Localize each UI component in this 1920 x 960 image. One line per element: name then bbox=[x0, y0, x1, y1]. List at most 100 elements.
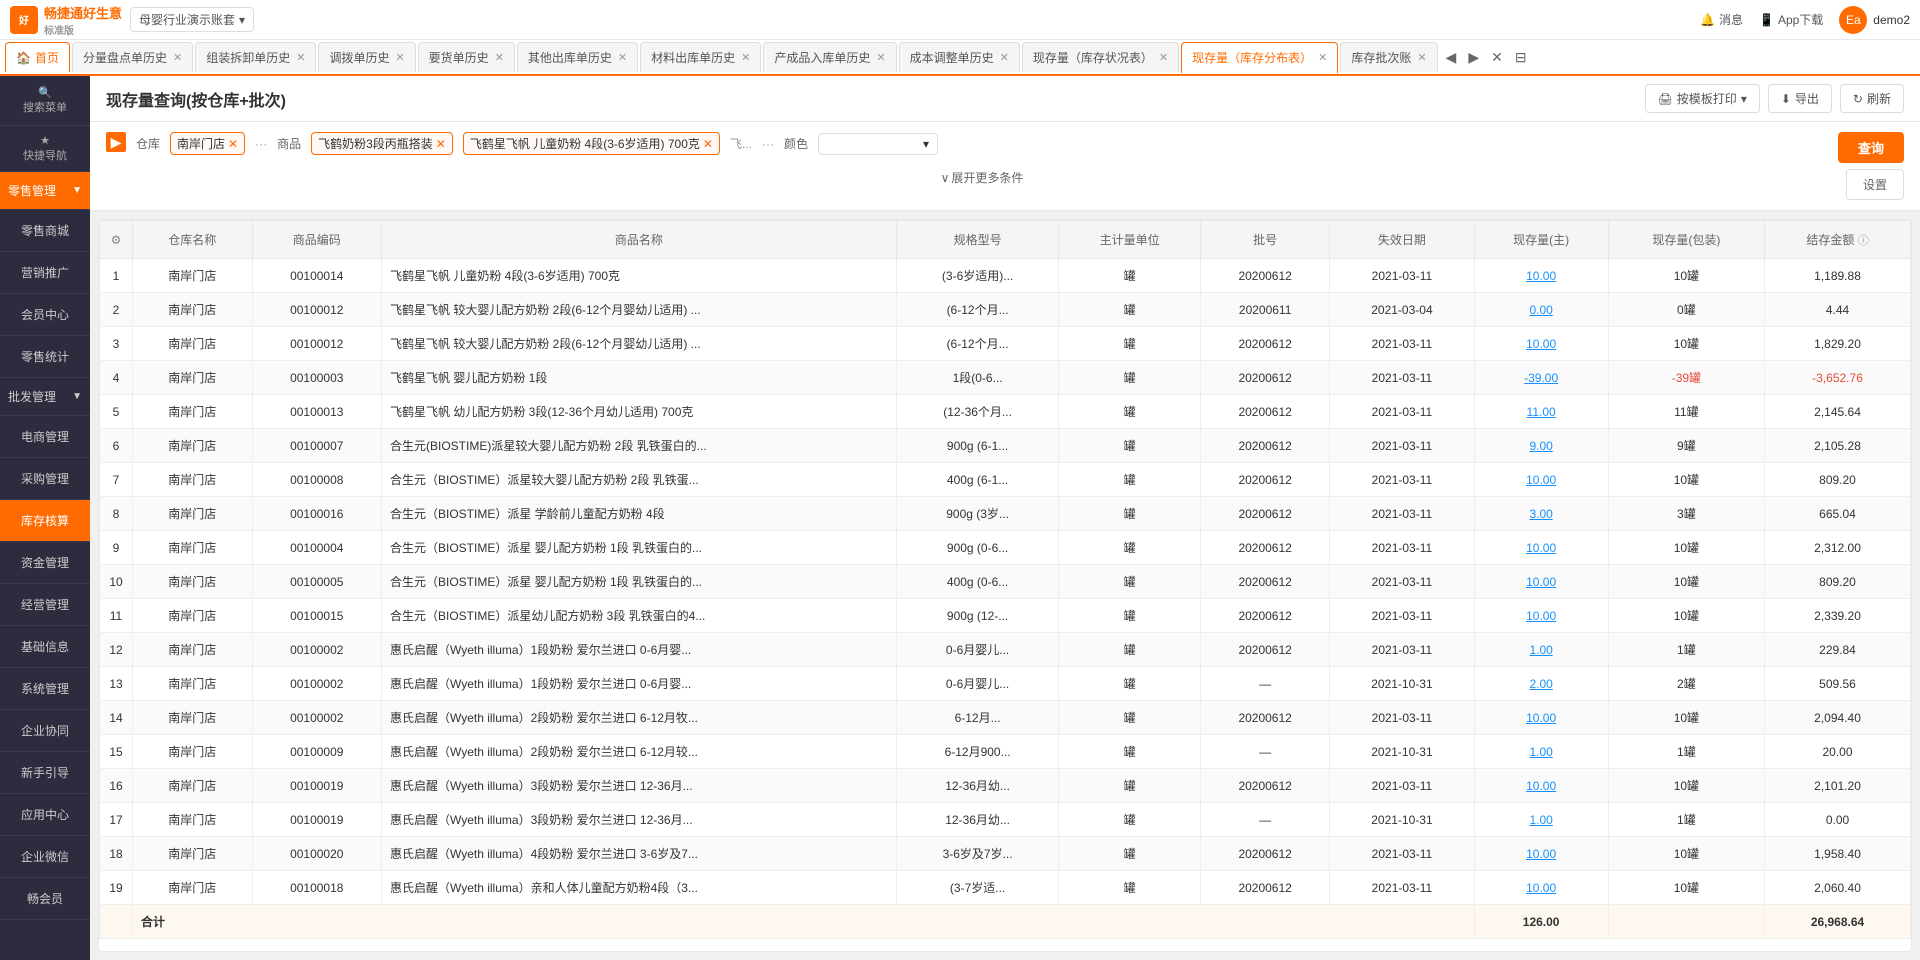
sidebar-item-corp[interactable]: 企业协同 bbox=[0, 710, 90, 752]
sidebar-item-ecommerce[interactable]: 电商管理 bbox=[0, 416, 90, 458]
sidebar-item-vip[interactable]: 畅会员 bbox=[0, 878, 90, 920]
tab-next-btn[interactable]: ▶ bbox=[1462, 45, 1485, 70]
product-filter-label: 商品 bbox=[277, 135, 301, 152]
row-qty-main[interactable]: 10.00 bbox=[1474, 769, 1608, 803]
color-field[interactable]: ▾ bbox=[818, 133, 938, 155]
export-btn[interactable]: ⬇ 导出 bbox=[1768, 84, 1832, 113]
close-icon[interactable]: ✕ bbox=[1318, 51, 1327, 64]
tab-1[interactable]: 分量盘点单历史 ✕ bbox=[72, 42, 193, 72]
sidebar-item-basic[interactable]: 基础信息 bbox=[0, 626, 90, 668]
sidebar-item-wechat[interactable]: 企业微信 bbox=[0, 836, 90, 878]
sidebar-item-apps[interactable]: 应用中心 bbox=[0, 794, 90, 836]
product-more[interactable]: 飞... bbox=[730, 135, 752, 152]
row-qty-main[interactable]: 10.00 bbox=[1474, 565, 1608, 599]
close-icon[interactable]: ✕ bbox=[173, 51, 182, 64]
row-batch: 20200612 bbox=[1200, 463, 1329, 497]
tab-close-btn[interactable]: ✕ bbox=[1485, 45, 1509, 70]
close-icon[interactable]: ✕ bbox=[495, 51, 504, 64]
close-icon[interactable]: ✕ bbox=[296, 51, 305, 64]
row-qty-main[interactable]: 10.00 bbox=[1474, 837, 1608, 871]
query-button[interactable]: 查询 bbox=[1838, 132, 1904, 163]
sidebar-item-stats[interactable]: 零售统计 bbox=[0, 336, 90, 378]
row-qty-pkg: 10罐 bbox=[1608, 565, 1764, 599]
row-qty-pkg: 10罐 bbox=[1608, 769, 1764, 803]
sidebar-item-finance[interactable]: 资金管理 bbox=[0, 542, 90, 584]
sidebar-item-mall[interactable]: 零售商城 bbox=[0, 210, 90, 252]
product-ellipsis[interactable]: ··· bbox=[762, 137, 774, 151]
close-icon[interactable]: ✕ bbox=[1159, 51, 1168, 64]
tab-home[interactable]: 🏠 首页 bbox=[5, 42, 70, 72]
expand-more-btn[interactable]: ∨ 展开更多条件 bbox=[941, 169, 1024, 186]
sidebar-item-system[interactable]: 系统管理 bbox=[0, 668, 90, 710]
tab-menu-btn[interactable]: ⊟ bbox=[1509, 45, 1533, 70]
warehouse-selector[interactable]: 母婴行业演示账套 ▾ bbox=[130, 7, 254, 32]
print-btn[interactable]: 🖨 按模板打印 ▾ bbox=[1645, 84, 1760, 113]
row-qty-main[interactable]: 1.00 bbox=[1474, 803, 1608, 837]
close-icon[interactable]: ✕ bbox=[741, 51, 750, 64]
product-tag-1-close[interactable]: ✕ bbox=[436, 137, 446, 151]
tab-10[interactable]: 现存量（库存分布表） ✕ bbox=[1181, 42, 1338, 74]
user-area[interactable]: Ea demo2 bbox=[1839, 6, 1910, 34]
row-qty-main[interactable]: 0.00 bbox=[1474, 293, 1608, 327]
close-icon[interactable]: ✕ bbox=[1000, 51, 1009, 64]
tab-prev-btn[interactable]: ◀ bbox=[1440, 45, 1463, 70]
app-download-btn[interactable]: 📱 App下载 bbox=[1759, 11, 1823, 28]
row-qty-main[interactable]: 10.00 bbox=[1474, 701, 1608, 735]
close-icon[interactable]: ✕ bbox=[395, 51, 404, 64]
row-qty-main[interactable]: 10.00 bbox=[1474, 463, 1608, 497]
filter-area: ▶ 仓库 南岸门店 ✕ ··· 商品 bbox=[90, 122, 1920, 211]
warehouse-more[interactable]: ··· bbox=[255, 137, 267, 151]
sidebar-search[interactable]: 🔍 搜索菜单 bbox=[0, 76, 90, 126]
row-qty-main[interactable]: 9.00 bbox=[1474, 429, 1608, 463]
row-qty-main[interactable]: 10.00 bbox=[1474, 327, 1608, 361]
tab-5[interactable]: 其他出库单历史 ✕ bbox=[517, 42, 638, 72]
sidebar-item-ops[interactable]: 经营管理 bbox=[0, 584, 90, 626]
product-tag-2-value: 飞鹤星飞帆 儿童奶粉 4段(3-6岁适用) 700克 bbox=[470, 135, 700, 152]
sidebar-item-retail[interactable]: 零售管理 ▼ bbox=[0, 172, 90, 210]
product-tag-2-close[interactable]: ✕ bbox=[703, 137, 713, 151]
close-icon[interactable]: ✕ bbox=[1417, 51, 1426, 64]
row-qty-main[interactable]: 11.00 bbox=[1474, 395, 1608, 429]
row-no: 2 bbox=[100, 293, 133, 327]
settings-icon[interactable]: ⚙ bbox=[108, 232, 124, 248]
tab-3[interactable]: 调拨单历史 ✕ bbox=[318, 42, 415, 72]
row-qty-main[interactable]: 10.00 bbox=[1474, 531, 1608, 565]
row-qty-main[interactable]: -39.00 bbox=[1474, 361, 1608, 395]
refresh-btn[interactable]: ↻ 刷新 bbox=[1840, 84, 1904, 113]
row-expire: 2021-03-04 bbox=[1330, 293, 1474, 327]
warehouse-tag-close[interactable]: ✕ bbox=[228, 137, 238, 151]
row-qty-main[interactable]: 2.00 bbox=[1474, 667, 1608, 701]
tab-6[interactable]: 材料出库单历史 ✕ bbox=[640, 42, 761, 72]
row-qty-main[interactable]: 3.00 bbox=[1474, 497, 1608, 531]
tab-7[interactable]: 产成品入库单历史 ✕ bbox=[763, 42, 896, 72]
sidebar-item-inventory[interactable]: 库存核算 bbox=[0, 500, 90, 542]
tab-2[interactable]: 组装拆卸单历史 ✕ bbox=[195, 42, 316, 72]
tab-8[interactable]: 成本调整单历史 ✕ bbox=[899, 42, 1020, 72]
sidebar-item-guide[interactable]: 新手引导 bbox=[0, 752, 90, 794]
quick-nav[interactable]: ★ 快捷导航 bbox=[0, 126, 90, 172]
row-unit: 罐 bbox=[1059, 361, 1201, 395]
message-btn[interactable]: 🔔 消息 bbox=[1700, 11, 1743, 28]
sidebar-item-wholesale[interactable]: 批发管理 ▼ bbox=[0, 378, 90, 416]
th-spec: 规格型号 bbox=[896, 221, 1058, 259]
row-qty-main[interactable]: 1.00 bbox=[1474, 735, 1608, 769]
setting-button[interactable]: 设置 bbox=[1846, 169, 1904, 200]
tab-9[interactable]: 现存量（库存状况表） ✕ bbox=[1022, 42, 1179, 72]
close-icon[interactable]: ✕ bbox=[876, 51, 885, 64]
sidebar-wholesale-label: 批发管理 bbox=[8, 388, 56, 405]
row-warehouse: 南岸门店 bbox=[133, 667, 253, 701]
sidebar-purchase-label: 采购管理 bbox=[21, 472, 69, 486]
row-qty-main[interactable]: 10.00 bbox=[1474, 259, 1608, 293]
row-qty-main[interactable]: 10.00 bbox=[1474, 871, 1608, 905]
row-qty-main[interactable]: 10.00 bbox=[1474, 599, 1608, 633]
sidebar-item-member[interactable]: 会员中心 bbox=[0, 294, 90, 336]
tab-11[interactable]: 库存批次账 ✕ bbox=[1340, 42, 1437, 72]
close-icon[interactable]: ✕ bbox=[618, 51, 627, 64]
sidebar-item-purchase[interactable]: 采购管理 bbox=[0, 458, 90, 500]
row-warehouse: 南岸门店 bbox=[133, 837, 253, 871]
row-qty-main[interactable]: 1.00 bbox=[1474, 633, 1608, 667]
tab-4[interactable]: 要货单历史 ✕ bbox=[418, 42, 515, 72]
sidebar-item-marketing[interactable]: 营销推广 bbox=[0, 252, 90, 294]
expand-filter-btn[interactable]: ▶ bbox=[106, 132, 126, 152]
message-label: 消息 bbox=[1719, 11, 1743, 28]
